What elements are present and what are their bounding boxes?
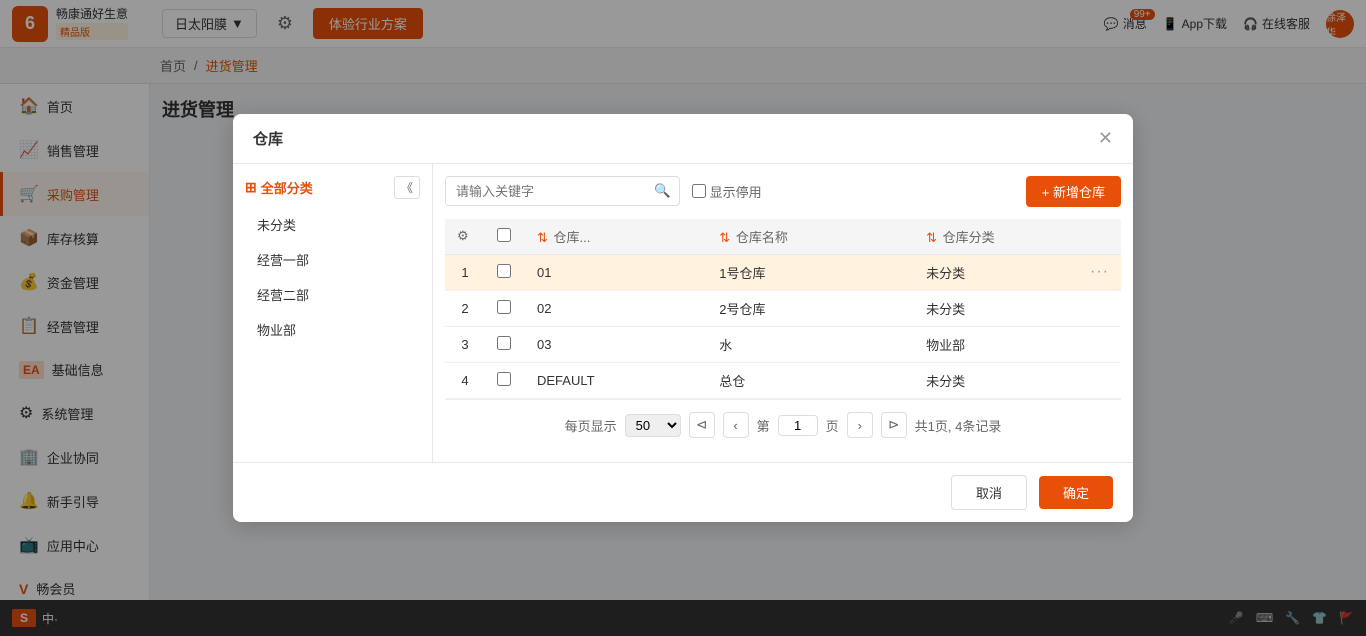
row-code-2: 02	[525, 291, 707, 327]
row-name-2: 2号仓库	[707, 291, 914, 327]
sort-icon-category: ⇅	[926, 230, 937, 245]
table-header-row: ⚙ ⇅ 仓库... ⇅	[445, 219, 1121, 255]
row-num-4: 4	[445, 363, 485, 399]
toolbar-left: 🔍 显示停用	[445, 176, 762, 206]
show-disabled-label[interactable]: 显示停用	[692, 182, 762, 201]
search-button[interactable]: 🔍	[646, 177, 679, 205]
category-header: ⊞ 全部分类 《	[245, 176, 420, 199]
row-category-1: 未分类 ···	[914, 255, 1121, 291]
row-checkbox-2	[485, 291, 525, 327]
first-page-button[interactable]: ⊲	[689, 412, 715, 438]
sort-icon-name: ⇅	[719, 230, 730, 245]
table-row[interactable]: 4 DEFAULT 总仓 未分类	[445, 363, 1121, 399]
category-item-unclassified[interactable]: 未分类	[245, 207, 420, 242]
pagination: 每页显示 50 10 20 100 ⊲ ‹ 第 页 › ⊳ 共1页, 4条记录	[445, 399, 1121, 450]
th-code: ⇅ 仓库...	[525, 219, 707, 255]
select-all-checkbox[interactable]	[497, 228, 511, 242]
row-num-2: 2	[445, 291, 485, 327]
warehouse-dialog: 仓库 ✕ ⊞ 全部分类 《 未分类 经营一部 经营二部 物业部	[233, 114, 1133, 523]
collapse-button[interactable]: 《	[394, 176, 420, 199]
dialog-body: ⊞ 全部分类 《 未分类 经营一部 经营二部 物业部 🔍	[233, 164, 1133, 463]
row-num-3: 3	[445, 327, 485, 363]
row-code-4: DEFAULT	[525, 363, 707, 399]
row-checkbox-3	[485, 327, 525, 363]
table-head: ⚙ ⇅ 仓库... ⇅	[445, 219, 1121, 255]
search-box: 🔍	[445, 176, 680, 206]
prev-page-button[interactable]: ‹	[723, 412, 749, 438]
row-category-4: 未分类	[914, 363, 1121, 399]
row-num-1: 1	[445, 254, 485, 291]
page-suffix: 页	[826, 416, 839, 435]
row-code-3: 03	[525, 327, 707, 363]
dialog-close-button[interactable]: ✕	[1098, 128, 1113, 149]
warehouse-table: ⚙ ⇅ 仓库... ⇅	[445, 219, 1121, 400]
next-page-button[interactable]: ›	[847, 412, 873, 438]
dialog-footer: 取消 确定	[233, 462, 1133, 522]
row-name-3: 水	[707, 327, 914, 363]
table-container: ⚙ ⇅ 仓库... ⇅	[445, 219, 1121, 400]
last-page-button[interactable]: ⊳	[881, 412, 907, 438]
category-item-dept2[interactable]: 经营二部	[245, 277, 420, 312]
grid-icon: ⊞	[245, 179, 257, 196]
category-item-dept1[interactable]: 经营一部	[245, 242, 420, 277]
page-label: 第	[757, 416, 770, 435]
total-info: 共1页, 4条记录	[915, 416, 1002, 435]
dialog-title: 仓库	[253, 128, 283, 149]
row-category-2: 未分类	[914, 291, 1121, 327]
row-code-1: 01	[525, 254, 707, 291]
cancel-button[interactable]: 取消	[951, 475, 1027, 510]
modal-overlay[interactable]: 仓库 ✕ ⊞ 全部分类 《 未分类 经营一部 经营二部 物业部	[0, 0, 1366, 636]
table-body: 1 01 1号仓库 未分类 ··· 2	[445, 254, 1121, 399]
row-checkbox-1	[485, 254, 525, 291]
table-row[interactable]: 3 03 水 物业部	[445, 327, 1121, 363]
page-number-input[interactable]	[778, 415, 818, 436]
row-action-button-1[interactable]: ···	[1090, 263, 1109, 281]
row-checkbox-4	[485, 363, 525, 399]
per-page-label: 每页显示	[565, 416, 617, 435]
row-name-1: 1号仓库	[707, 254, 914, 291]
add-warehouse-button[interactable]: + 新增仓库	[1026, 176, 1121, 207]
th-checkbox	[485, 219, 525, 255]
category-title: ⊞ 全部分类	[245, 178, 313, 197]
show-disabled-checkbox[interactable]	[692, 184, 706, 198]
table-toolbar: 🔍 显示停用 + 新增仓库	[445, 176, 1121, 207]
confirm-button[interactable]: 确定	[1039, 476, 1113, 509]
gear-column-icon[interactable]: ⚙	[457, 228, 469, 243]
th-name: ⇅ 仓库名称	[707, 219, 914, 255]
per-page-select[interactable]: 50 10 20 100	[625, 414, 681, 437]
search-input[interactable]	[446, 178, 646, 205]
table-row[interactable]: 1 01 1号仓库 未分类 ···	[445, 254, 1121, 291]
th-gear: ⚙	[445, 219, 485, 255]
th-category: ⇅ 仓库分类	[914, 219, 1121, 255]
category-item-property[interactable]: 物业部	[245, 312, 420, 347]
row-name-4: 总仓	[707, 363, 914, 399]
sort-icon-code: ⇅	[537, 230, 548, 245]
category-panel: ⊞ 全部分类 《 未分类 经营一部 经营二部 物业部	[233, 164, 433, 463]
table-row[interactable]: 2 02 2号仓库 未分类	[445, 291, 1121, 327]
table-panel: 🔍 显示停用 + 新增仓库	[433, 164, 1133, 463]
dialog-header: 仓库 ✕	[233, 114, 1133, 164]
row-category-3: 物业部	[914, 327, 1121, 363]
